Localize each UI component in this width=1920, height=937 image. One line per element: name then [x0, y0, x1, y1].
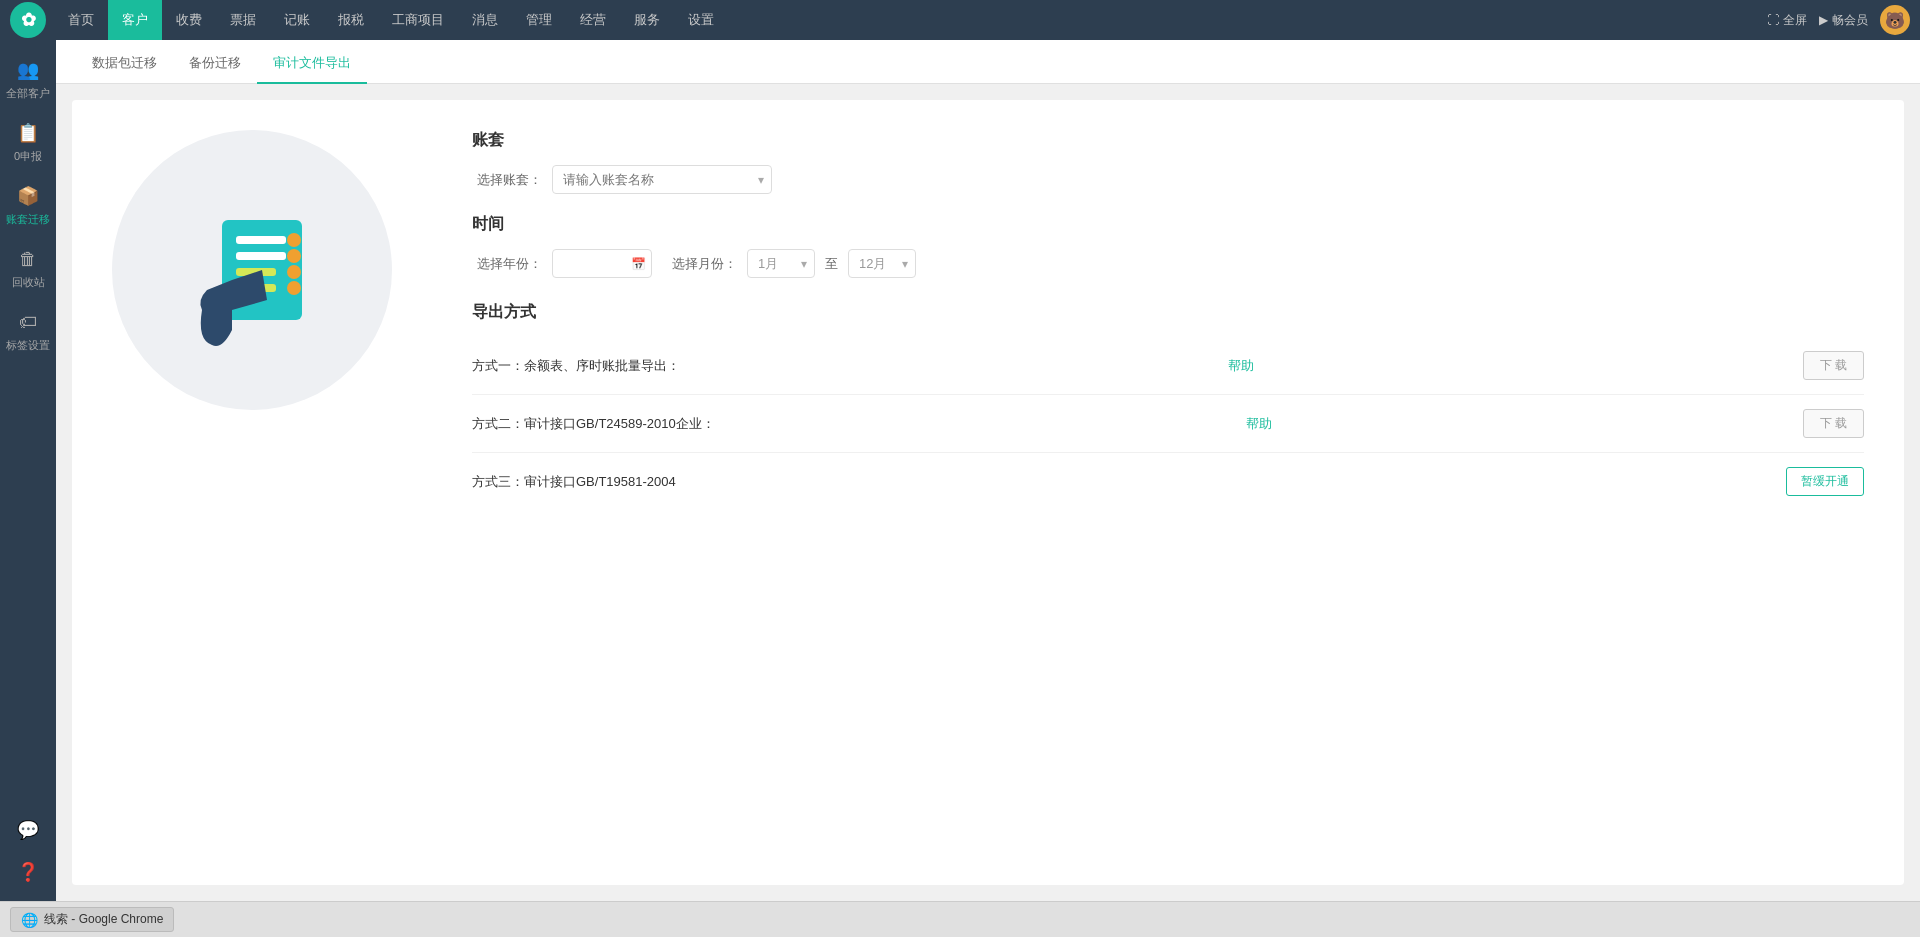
nav-settings[interactable]: 设置	[674, 0, 728, 40]
taskbar: 🌐 线索 - Google Chrome	[0, 901, 1920, 937]
fullscreen-btn[interactable]: ⛶ 全屏	[1767, 12, 1807, 29]
sidebar-item-zero-declare[interactable]: 📋 0申报	[0, 111, 56, 174]
tab-data-migration[interactable]: 数据包迁移	[76, 44, 173, 84]
chrome-icon: 🌐	[21, 912, 38, 928]
logo-icon: ✿	[21, 9, 36, 31]
nav-business[interactable]: 工商项目	[378, 0, 458, 40]
svg-point-5	[287, 233, 301, 247]
account-field-row: 选择账套：	[472, 165, 1864, 194]
account-migration-icon: 📦	[16, 184, 40, 208]
export-method-3-text: 方式三：审计接口GB/T19581-2004	[472, 473, 676, 491]
month-end-select[interactable]: 1月2月3月 4月5月6月 7月8月9月 10月11月12月	[848, 249, 916, 278]
export-method-2-help[interactable]: 帮助	[1246, 415, 1272, 433]
sidebar-item-all-clients[interactable]: 👥 全部客户	[0, 48, 56, 111]
nav-items: 首页 客户 收费 票据 记账 报税 工商项目 消息 管理 经营 服务 设置	[54, 0, 1767, 40]
nav-accounting[interactable]: 记账	[270, 0, 324, 40]
sidebar-bottom: 💬 ❓	[11, 813, 45, 901]
nav-manage[interactable]: 管理	[512, 0, 566, 40]
to-text: 至	[825, 255, 838, 273]
month-label: 选择月份：	[672, 255, 737, 273]
vip-btn[interactable]: ▶ 畅会员	[1819, 12, 1868, 29]
export-method-2-text: 方式二：审计接口GB/T24589-2010企业：	[472, 415, 715, 433]
svg-point-7	[287, 265, 301, 279]
form-section: 账套 选择账套： 时间 选择年份： 2023	[112, 130, 1864, 510]
fullscreen-icon: ⛶	[1767, 13, 1779, 27]
year-input-wrapper[interactable]: 2023	[552, 249, 652, 278]
tab-bar: 数据包迁移 备份迁移 审计文件导出	[56, 40, 1920, 84]
export-method-1: 方式一：余额表、序时账批量导出： 帮助 下 载	[472, 337, 1864, 395]
label-settings-icon: 🏷	[16, 310, 40, 334]
top-nav-right: ⛶ 全屏 ▶ 畅会员 🐻	[1767, 5, 1910, 35]
time-section-title: 时间	[472, 214, 1864, 235]
sidebar-item-account-migration[interactable]: 📦 账套迁移	[0, 174, 56, 237]
svg-rect-1	[236, 236, 286, 244]
account-section-title: 账套	[472, 130, 1864, 151]
nav-invoice[interactable]: 票据	[216, 0, 270, 40]
taskbar-chrome[interactable]: 🌐 线索 - Google Chrome	[10, 907, 174, 932]
sidebar-item-label-settings[interactable]: 🏷 标签设置	[0, 300, 56, 363]
svg-point-6	[287, 249, 301, 263]
nav-home[interactable]: 首页	[54, 0, 108, 40]
tab-backup-migration[interactable]: 备份迁移	[173, 44, 257, 84]
form-fields: 账套 选择账套： 时间 选择年份： 2023	[472, 130, 1864, 510]
nav-message[interactable]: 消息	[458, 0, 512, 40]
nav-billing[interactable]: 收费	[162, 0, 216, 40]
illustration	[112, 130, 392, 410]
export-method-1-text: 方式一：余额表、序时账批量导出：	[472, 357, 680, 375]
export-method-3: 方式三：审计接口GB/T19581-2004 暂缓开通	[472, 453, 1864, 510]
year-input[interactable]: 2023	[552, 249, 652, 278]
export-section-title: 导出方式	[472, 302, 1864, 323]
month-end-select-wrapper[interactable]: 1月2月3月 4月5月6月 7月8月9月 10月11月12月	[848, 249, 916, 278]
sidebar-item-recycle[interactable]: 🗑 回收站	[0, 237, 56, 300]
nav-operate[interactable]: 经营	[566, 0, 620, 40]
chat-icon[interactable]: 💬	[11, 813, 45, 847]
svg-rect-2	[236, 252, 286, 260]
export-method-2: 方式二：审计接口GB/T24589-2010企业： 帮助 下 载	[472, 395, 1864, 453]
main-layout: 👥 全部客户 📋 0申报 📦 账套迁移 🗑 回收站 🏷 标签设置 💬 ❓ 数据包…	[0, 40, 1920, 901]
month-start-select-wrapper[interactable]: 1月2月3月 4月5月6月 7月8月9月 10月11月12月	[747, 249, 815, 278]
avatar[interactable]: 🐻	[1880, 5, 1910, 35]
zero-declare-icon: 📋	[16, 121, 40, 145]
svg-point-8	[287, 281, 301, 295]
export-method-1-btn[interactable]: 下 载	[1803, 351, 1864, 380]
nav-tax[interactable]: 报税	[324, 0, 378, 40]
export-method-1-help[interactable]: 帮助	[1228, 357, 1254, 375]
export-method-2-btn[interactable]: 下 载	[1803, 409, 1864, 438]
export-method-3-btn[interactable]: 暂缓开通	[1786, 467, 1864, 496]
help-icon[interactable]: ❓	[11, 855, 45, 889]
taskbar-chrome-label: 线索 - Google Chrome	[44, 911, 163, 928]
account-select-input[interactable]	[552, 165, 772, 194]
export-section: 导出方式 方式一：余额表、序时账批量导出： 帮助 下 载 方式二：审计接口GB/…	[472, 302, 1864, 510]
recycle-icon: 🗑	[16, 247, 40, 271]
content-area: 数据包迁移 备份迁移 审计文件导出	[56, 40, 1920, 901]
page-content: 账套 选择账套： 时间 选择年份： 2023	[72, 100, 1904, 885]
logo: ✿	[10, 2, 46, 38]
top-nav: ✿ 首页 客户 收费 票据 记账 报税 工商项目 消息 管理 经营 服务 设置 …	[0, 0, 1920, 40]
time-row: 选择年份： 2023 选择月份： 1月2月3月 4月5月6月 7月8月9月	[472, 249, 1864, 278]
tab-audit-export[interactable]: 审计文件导出	[257, 44, 367, 84]
nav-service[interactable]: 服务	[620, 0, 674, 40]
vip-icon: ▶	[1819, 13, 1828, 27]
sidebar: 👥 全部客户 📋 0申报 📦 账套迁移 🗑 回收站 🏷 标签设置 💬 ❓	[0, 40, 56, 901]
nav-clients[interactable]: 客户	[108, 0, 162, 40]
all-clients-icon: 👥	[16, 58, 40, 82]
account-select-label: 选择账套：	[472, 171, 542, 189]
time-section: 时间 选择年份： 2023 选择月份： 1月2月3月 4月5月6月	[472, 214, 1864, 278]
account-select-wrapper[interactable]	[552, 165, 772, 194]
month-start-select[interactable]: 1月2月3月 4月5月6月 7月8月9月 10月11月12月	[747, 249, 815, 278]
year-label: 选择年份：	[472, 255, 542, 273]
